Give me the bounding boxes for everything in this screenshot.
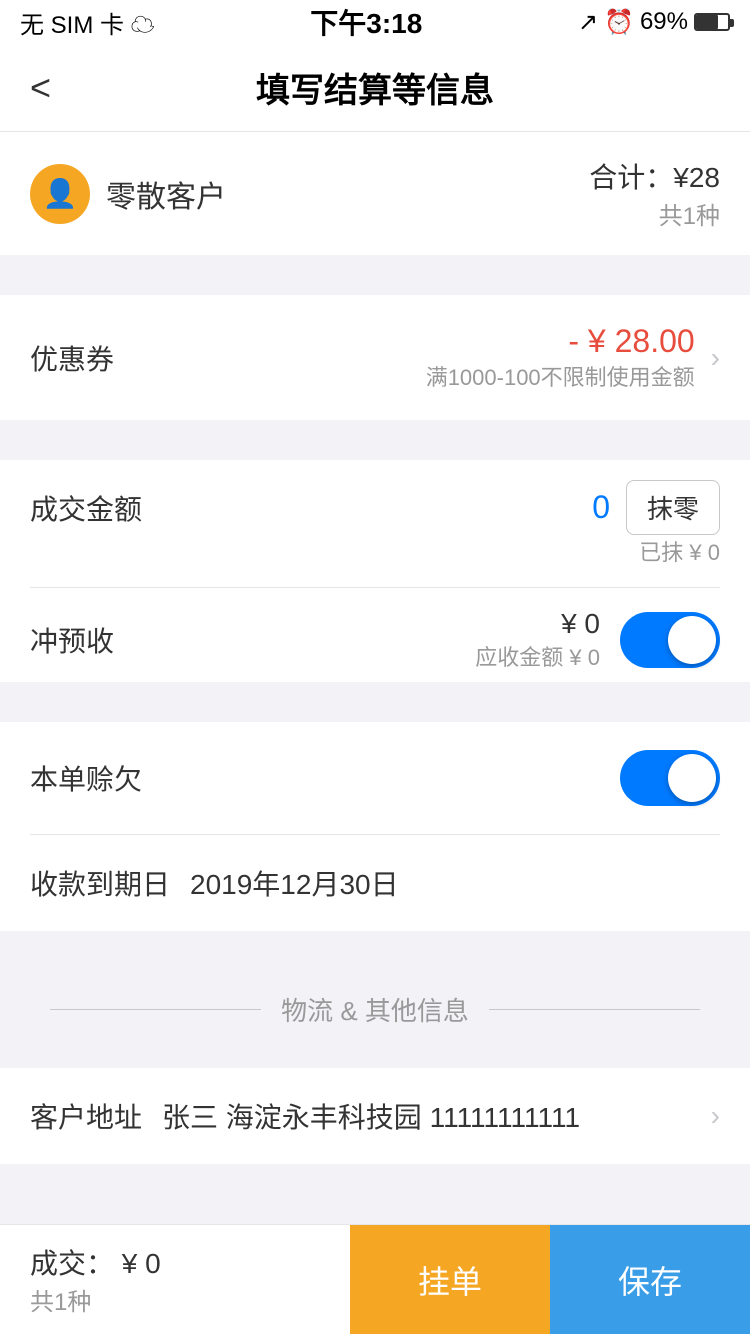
status-left: 无 SIM 卡 ☁ [20,5,155,40]
coupon-desc: 满1000-100不限制使用金额 [426,360,695,392]
back-button[interactable]: < [20,57,61,119]
person-icon: 👤 [43,177,78,210]
status-bar: 无 SIM 卡 ☁ 下午3:18 ↗ ⏰ 69% [0,0,750,44]
round-off-button[interactable]: 抹零 [626,480,720,535]
alarm-icon: ⏰ [604,8,634,37]
customer-total: 合计：¥28 [589,156,720,196]
deal-amount-value: 0 [592,489,610,526]
coupon-section: 优惠券 - ¥ 28.00 满1000-100不限制使用金额 › [0,295,750,420]
deal-amount-sub: 已抹 ¥ 0 [30,535,720,577]
customer-row: 👤 零散客户 合计：¥28 共1种 [0,132,750,255]
footer-deal: 成交： ¥ 0 [30,1242,320,1282]
footer: 成交： ¥ 0 共1种 挂单 保存 [0,1224,750,1334]
save-button[interactable]: 保存 [550,1225,750,1334]
footer-deal-value: ¥ 0 [122,1248,161,1279]
hold-button[interactable]: 挂单 [350,1225,550,1334]
toggle-knob [668,616,716,664]
address-value: 张三 海淀永丰科技园 11111111111 [162,1096,711,1136]
due-date-label: 收款到期日 [30,863,170,903]
address-row[interactable]: 客户地址 张三 海淀永丰科技园 11111111111 › [0,1068,750,1164]
coupon-discount: - ¥ 28.00 [426,323,695,360]
coupon-row[interactable]: 优惠券 - ¥ 28.00 满1000-100不限制使用金额 › [0,295,750,420]
address-label: 客户地址 [30,1096,142,1136]
footer-deal-label: 成交： [30,1248,114,1279]
prepay-row: 冲预收 ¥ 0 应收金额 ¥ 0 [0,588,750,682]
customer-section: 👤 零散客户 合计：¥28 共1种 [0,132,750,255]
prepay-sub: 应收金额 ¥ 0 [475,640,600,672]
logistics-label: 物流 & 其他信息 [281,991,469,1028]
credit-toggle[interactable] [620,750,720,806]
footer-count: 共1种 [30,1282,320,1317]
status-right: ↗ ⏰ 69% [578,8,730,37]
deal-amount-section: 成交金额 0 抹零 已抹 ¥ 0 冲预收 ¥ 0 应收金额 ¥ 0 [0,460,750,682]
credit-row: 本单赊欠 [0,722,750,834]
credit-section: 本单赊欠 收款到期日 2019年12月30日 [0,722,750,931]
page-title: 填写结算等信息 [256,63,494,112]
address-section: 客户地址 张三 海淀永丰科技园 11111111111 › [0,1068,750,1164]
prepay-toggle[interactable] [620,612,720,668]
chevron-right-icon: › [711,1100,720,1132]
toggle-knob [668,754,716,802]
location-icon: ↗ [578,8,598,37]
customer-avatar: 👤 [30,164,90,224]
status-time: 下午3:18 [310,2,422,42]
nav-bar: < 填写结算等信息 [0,44,750,132]
footer-info: 成交： ¥ 0 共1种 [0,1225,350,1334]
chevron-right-icon: › [711,342,720,374]
coupon-label: 优惠券 [30,338,114,378]
logistics-header: 物流 & 其他信息 [0,971,750,1048]
due-date-value: 2019年12月30日 [190,863,399,903]
deal-amount-label: 成交金额 [30,488,142,528]
prepay-label: 冲预收 [30,620,114,660]
customer-name: 零散客户 [106,172,226,216]
deal-amount-row: 成交金额 0 抹零 已抹 ¥ 0 [0,460,750,587]
credit-label: 本单赊欠 [30,758,142,798]
sim-wifi-text: 无 SIM 卡 ☁ [20,5,155,40]
battery-icon [694,13,730,31]
prepay-amount: ¥ 0 [475,608,600,640]
due-date-row: 收款到期日 2019年12月30日 [0,835,750,931]
battery-text: 69% [640,8,688,36]
customer-count: 共1种 [589,196,720,231]
